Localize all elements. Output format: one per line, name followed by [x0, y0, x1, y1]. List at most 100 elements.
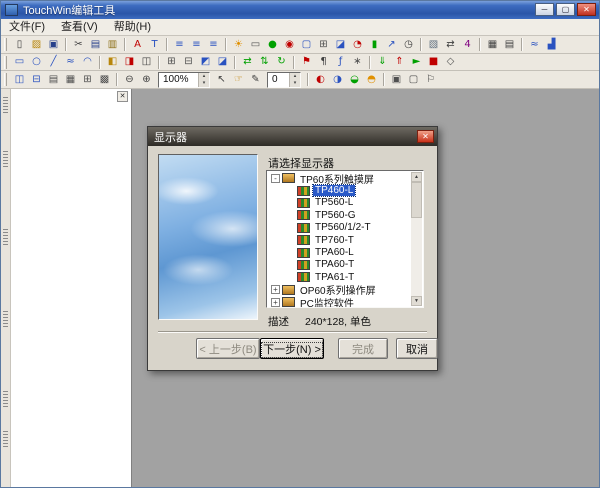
toolbar-gripper[interactable] [4, 38, 7, 51]
finish-button[interactable]: 完成 [338, 338, 388, 359]
group-objects-icon[interactable]: ⊞ [163, 55, 180, 70]
paste-icon[interactable]: ▥ [104, 37, 121, 52]
tree-item[interactable]: - TP60系列触摸屏 [268, 172, 411, 186]
fill-icon[interactable]: ◧ [104, 55, 121, 70]
send-back-icon[interactable]: ◪ [214, 55, 231, 70]
tree-item[interactable]: TP560/1/2-T [268, 222, 411, 234]
state-blue-icon[interactable]: ◑ [329, 72, 346, 87]
ellipse-icon[interactable]: ○ [28, 55, 45, 70]
minimize-button[interactable]: ─ [535, 3, 554, 16]
pan-hand-icon[interactable]: ☞ [230, 72, 247, 87]
menu-view[interactable]: 查看(V) [53, 20, 106, 35]
open-icon[interactable]: ▨ [28, 37, 45, 52]
lamp-icon[interactable]: ☀ [230, 37, 247, 52]
arrange-icon[interactable]: ▦ [62, 72, 79, 87]
move-icon[interactable]: ⇄ [442, 37, 459, 52]
bring-front-icon[interactable]: ◩ [197, 55, 214, 70]
offline-icon[interactable]: ◇ [442, 55, 459, 70]
pointer-icon[interactable]: ↖ [213, 72, 230, 87]
scroll-down-icon[interactable]: ▼ [411, 296, 422, 306]
ungroup-icon[interactable]: ⊟ [180, 55, 197, 70]
button-icon[interactable]: ▭ [247, 37, 264, 52]
spin-down-icon[interactable]: ▾ [199, 79, 209, 87]
run-icon[interactable]: ► [408, 55, 425, 70]
dialog-title-bar[interactable]: 显示器 [148, 127, 437, 146]
clock-icon[interactable]: ◷ [400, 37, 417, 52]
rotate-icon[interactable]: ↻ [273, 55, 290, 70]
layer4-icon[interactable]: 4 [459, 37, 476, 52]
arc-icon[interactable]: ◠ [79, 55, 96, 70]
chart-icon[interactable]: ◪ [332, 37, 349, 52]
scroll-up-icon[interactable]: ▲ [411, 172, 422, 182]
font-icon[interactable]: A [129, 37, 146, 52]
state-green-icon[interactable]: ◒ [346, 72, 363, 87]
tree-item[interactable]: + PC监控软件 [268, 296, 411, 307]
next-button[interactable]: 下一步(N) > [260, 338, 324, 359]
screen-icon[interactable]: ▢ [298, 37, 315, 52]
polyline-icon[interactable]: ≈ [62, 55, 79, 70]
tree-item[interactable]: TP760-T [268, 234, 411, 246]
dock-gripper[interactable] [3, 311, 8, 327]
tree-expander-icon[interactable]: - [271, 173, 280, 183]
align-right-icon[interactable]: ≡ [205, 37, 222, 52]
dialog-close-button[interactable]: ✕ [417, 130, 434, 143]
line-icon[interactable]: ╱ [45, 55, 62, 70]
note-icon[interactable]: ¶ [315, 55, 332, 70]
histogram-icon[interactable]: ▟ [543, 37, 560, 52]
unlock-icon[interactable]: ▢ [405, 72, 422, 87]
tree-item[interactable]: TP560-G [268, 209, 411, 221]
spin-up-icon[interactable]: ▴ [290, 72, 300, 80]
zoom-combo[interactable]: 100% ▴ ▾ [158, 71, 210, 88]
state-red-icon[interactable]: ◐ [312, 72, 329, 87]
keypad-icon[interactable]: ⊞ [315, 37, 332, 52]
tile-vertical-icon[interactable]: ⊟ [28, 72, 45, 87]
switch-icon[interactable]: ◉ [281, 37, 298, 52]
download-icon[interactable]: ⇓ [374, 55, 391, 70]
title-bar[interactable]: TouchWin编辑工具 ─ ▢ ✕ [1, 1, 599, 19]
spin-down-icon[interactable]: ▾ [290, 79, 300, 87]
lock-icon[interactable]: ▣ [388, 72, 405, 87]
grid-icon[interactable]: ▩ [96, 72, 113, 87]
state-yellow-icon[interactable]: ◓ [363, 72, 380, 87]
scrollbar-thumb[interactable] [411, 182, 422, 218]
dock-gripper[interactable] [3, 97, 8, 113]
rect-icon[interactable]: ▭ [11, 55, 28, 70]
gauge-icon[interactable]: ◔ [349, 37, 366, 52]
align-center-icon[interactable]: ≡ [188, 37, 205, 52]
cut-icon[interactable]: ✂ [70, 37, 87, 52]
trend-icon[interactable]: ↗ [383, 37, 400, 52]
settings-icon[interactable]: ∗ [349, 55, 366, 70]
align-left-icon[interactable]: ≡ [171, 37, 188, 52]
tree-item[interactable]: TP560-L [268, 197, 411, 209]
tree-expander-icon[interactable]: + [271, 285, 280, 295]
tree-item[interactable]: TPA60-T [268, 259, 411, 271]
save-icon[interactable]: ▣ [45, 37, 62, 52]
wave-icon[interactable]: ≈ [526, 37, 543, 52]
tree-item[interactable]: TP460-L [268, 184, 411, 198]
pen-icon[interactable]: ✎ [247, 72, 264, 87]
close-button[interactable]: ✕ [577, 3, 596, 16]
dock-gripper[interactable] [3, 151, 8, 167]
table-icon[interactable]: ▦ [484, 37, 501, 52]
align-grid-icon[interactable]: ⊞ [79, 72, 96, 87]
menu-help[interactable]: 帮助(H) [106, 20, 159, 35]
cancel-button[interactable]: 取消 [396, 338, 438, 359]
zoom-in-icon[interactable]: ⊕ [138, 72, 155, 87]
cascade-icon[interactable]: ▤ [45, 72, 62, 87]
function-icon[interactable]: ƒ [332, 55, 349, 70]
zoom-spinner[interactable]: ▴ ▾ [198, 72, 209, 87]
dock-gripper[interactable] [3, 229, 8, 245]
indicator-icon[interactable]: ● [264, 37, 281, 52]
color-icon[interactable]: ◨ [121, 55, 138, 70]
spin-up-icon[interactable]: ▴ [199, 72, 209, 80]
dock-gripper[interactable] [3, 431, 8, 447]
panel-close-button[interactable]: ✕ [117, 91, 128, 102]
layer-spinner[interactable]: ▴ ▾ [289, 72, 300, 87]
alarm-icon[interactable]: ⚑ [298, 55, 315, 70]
tree-item[interactable]: TPA60-L [268, 246, 411, 258]
new-icon[interactable]: ▯ [11, 37, 28, 52]
scrollbar-track[interactable] [411, 218, 422, 296]
image-icon[interactable]: ▧ [425, 37, 442, 52]
bargraph-icon[interactable]: ▮ [366, 37, 383, 52]
border-icon[interactable]: ◫ [138, 55, 155, 70]
